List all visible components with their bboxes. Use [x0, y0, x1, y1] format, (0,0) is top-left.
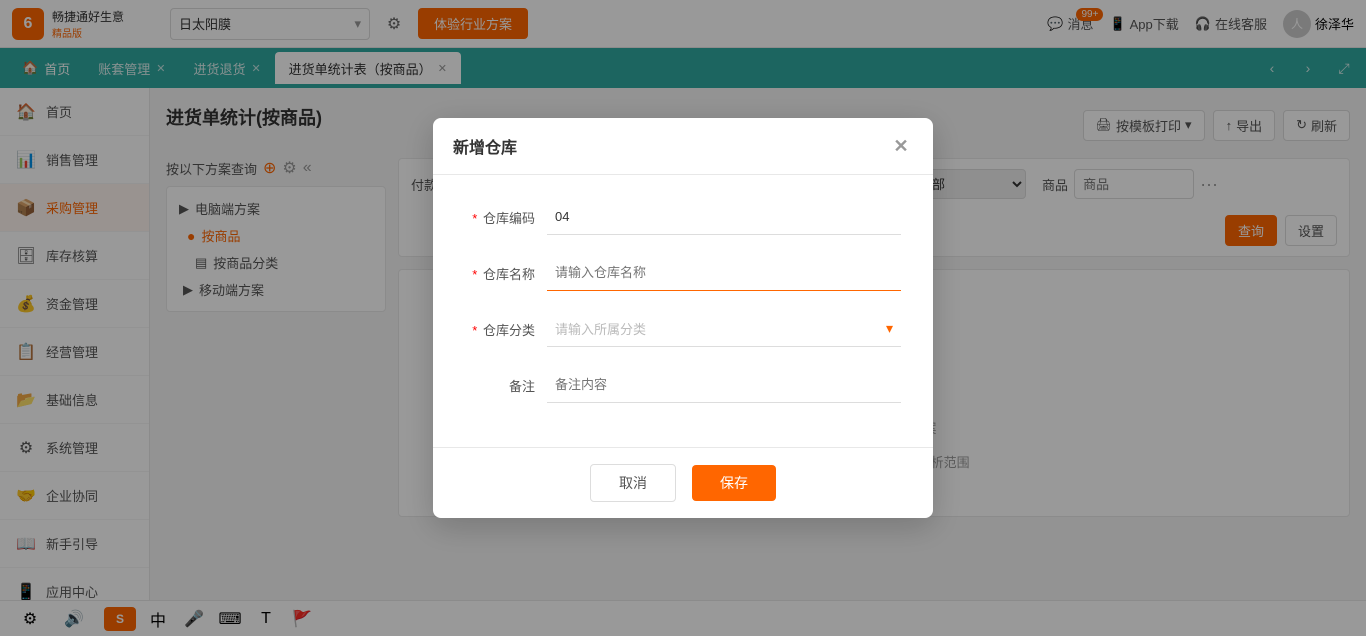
modal-header: 新增仓库 ✕ — [433, 118, 933, 175]
warehouse-name-input[interactable] — [547, 255, 901, 291]
modal-overlay: 新增仓库 ✕ * 仓库编码 * 仓库名称 — [0, 0, 1366, 636]
modal-title: 新增仓库 — [453, 134, 517, 158]
category-label: * 仓库分类 — [465, 320, 535, 339]
modal-footer: 取消 保存 — [433, 447, 933, 518]
form-row-name: * 仓库名称 — [465, 255, 901, 291]
form-row-code: * 仓库编码 — [465, 199, 901, 235]
required-star-name: * — [472, 267, 477, 282]
code-label: * 仓库编码 — [465, 208, 535, 227]
new-warehouse-modal: 新增仓库 ✕ * 仓库编码 * 仓库名称 — [433, 118, 933, 518]
name-label: * 仓库名称 — [465, 264, 535, 283]
remark-input[interactable] — [547, 367, 901, 403]
form-row-remark: 备注 — [465, 367, 901, 403]
remark-label: 备注 — [465, 376, 535, 395]
form-row-category: * 仓库分类 请输入所属分类 ▾ — [465, 311, 901, 347]
warehouse-category-select[interactable]: 请输入所属分类 ▾ — [547, 311, 901, 347]
modal-close-button[interactable]: ✕ — [889, 134, 913, 158]
cancel-button[interactable]: 取消 — [590, 464, 676, 502]
warehouse-code-input[interactable] — [547, 199, 901, 235]
save-button[interactable]: 保存 — [692, 465, 776, 501]
modal-body: * 仓库编码 * 仓库名称 * 仓库分类 请输入所属 — [433, 175, 933, 447]
required-star: * — [472, 211, 477, 226]
required-star-cat: * — [472, 323, 477, 338]
category-arrow-icon: ▾ — [886, 320, 893, 337]
